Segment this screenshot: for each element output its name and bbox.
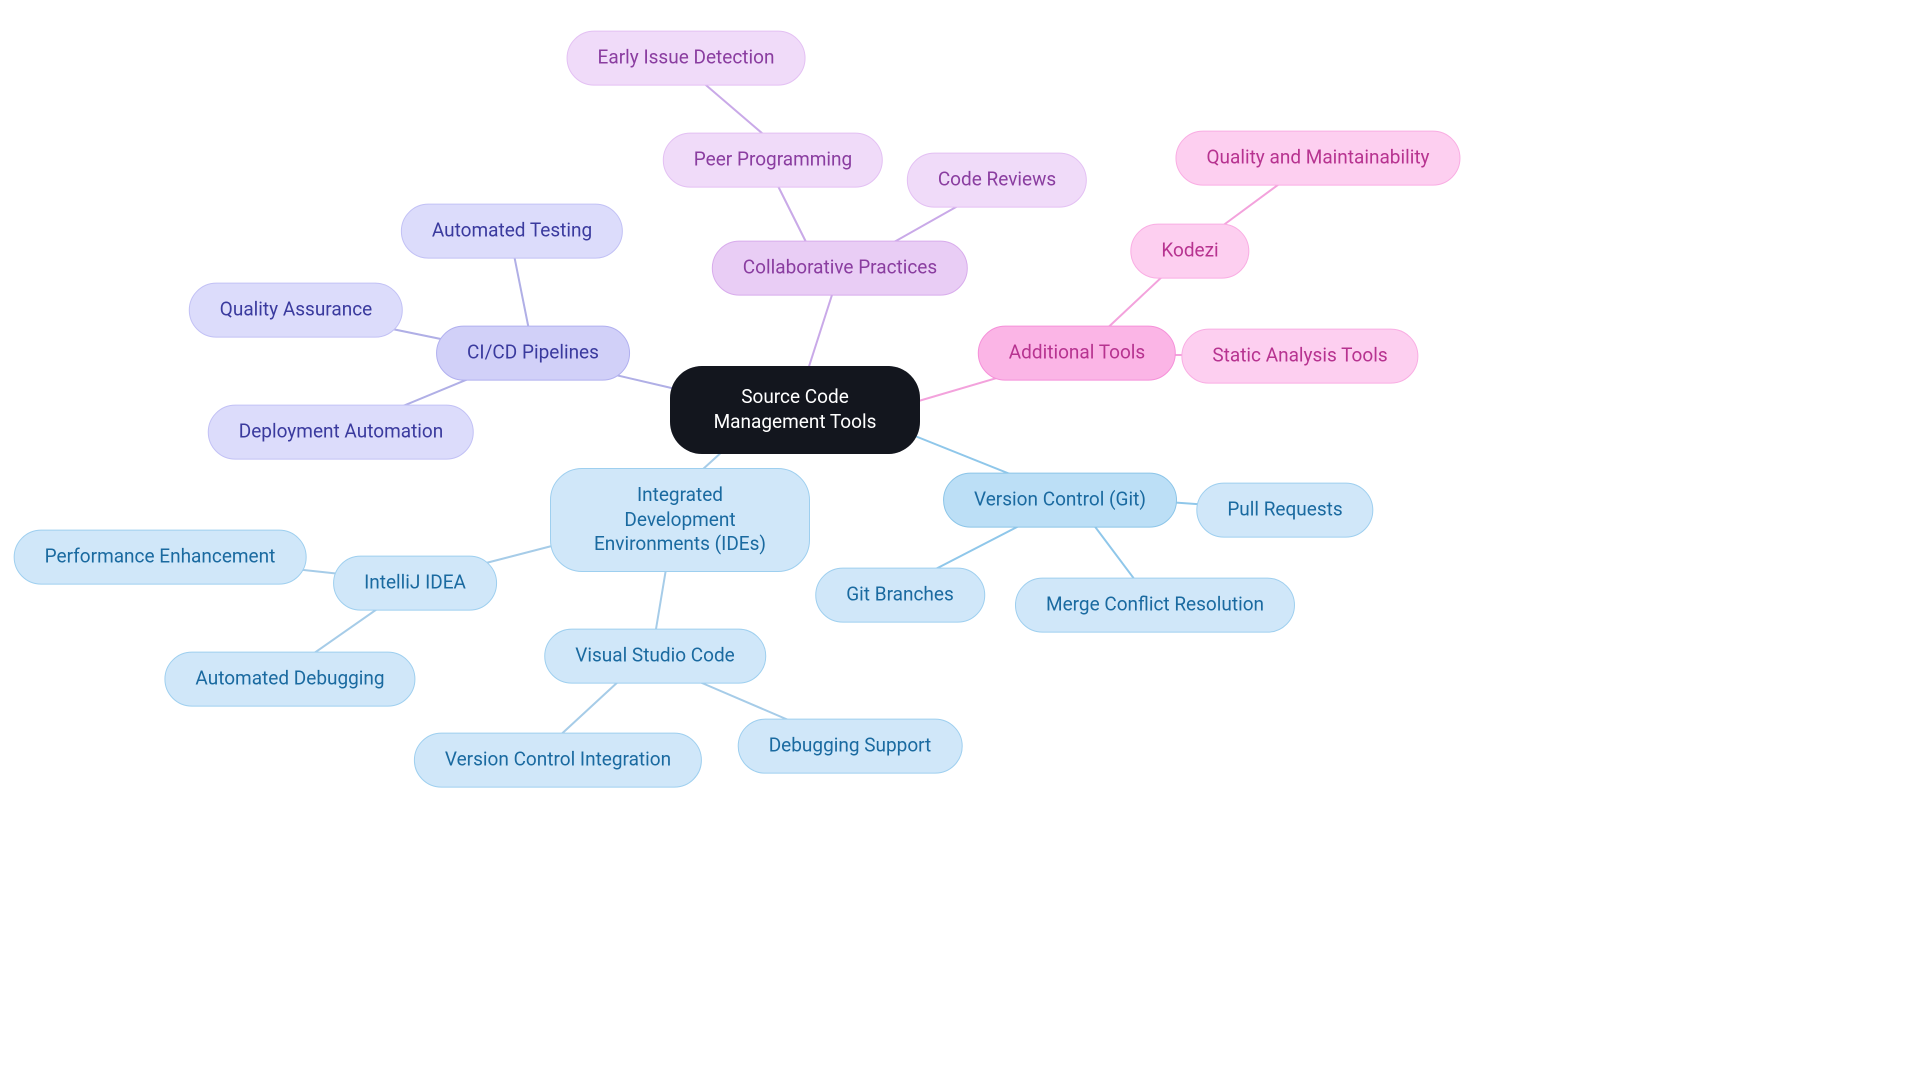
node-cicd[interactable]: CI/CD Pipelines xyxy=(436,326,630,381)
node-static-analysis[interactable]: Static Analysis Tools xyxy=(1181,329,1418,384)
node-label: Integrated Development Environments (IDE… xyxy=(581,483,779,557)
node-label: Additional Tools xyxy=(1009,341,1145,366)
root-label: Source Code Management Tools xyxy=(700,385,890,434)
node-debugging-support[interactable]: Debugging Support xyxy=(738,719,963,774)
node-automated-testing[interactable]: Automated Testing xyxy=(401,204,623,259)
node-early-detection[interactable]: Early Issue Detection xyxy=(567,31,806,86)
node-merge-conflict[interactable]: Merge Conflict Resolution xyxy=(1015,578,1295,633)
node-deployment-automation[interactable]: Deployment Automation xyxy=(208,405,474,460)
node-label: Quality and Maintainability xyxy=(1206,146,1429,171)
node-label: Collaborative Practices xyxy=(743,256,937,281)
node-label: Debugging Support xyxy=(769,734,932,759)
node-label: Deployment Automation xyxy=(239,420,443,445)
node-intellij[interactable]: IntelliJ IDEA xyxy=(333,556,497,611)
node-kodezi[interactable]: Kodezi xyxy=(1130,224,1249,279)
node-label: Quality Assurance xyxy=(220,298,372,323)
node-version-control[interactable]: Version Control (Git) xyxy=(943,473,1177,528)
root-node[interactable]: Source Code Management Tools xyxy=(670,366,920,454)
node-additional-tools[interactable]: Additional Tools xyxy=(978,326,1176,381)
node-git-branches[interactable]: Git Branches xyxy=(815,568,985,623)
mindmap-canvas: Source Code Management Tools Version Con… xyxy=(0,0,1920,1083)
node-peer-programming[interactable]: Peer Programming xyxy=(663,133,883,188)
node-label: Early Issue Detection xyxy=(598,46,775,71)
node-label: Performance Enhancement xyxy=(45,545,276,570)
node-label: Version Control (Git) xyxy=(974,488,1146,513)
node-label: Automated Testing xyxy=(432,219,592,244)
node-label: Pull Requests xyxy=(1227,498,1342,523)
node-label: Visual Studio Code xyxy=(575,644,735,669)
node-label: Static Analysis Tools xyxy=(1212,344,1387,369)
node-label: Automated Debugging xyxy=(195,667,384,692)
node-label: Merge Conflict Resolution xyxy=(1046,593,1264,618)
node-version-control-integration[interactable]: Version Control Integration xyxy=(414,733,702,788)
node-quality-maintainability[interactable]: Quality and Maintainability xyxy=(1175,131,1460,186)
node-label: CI/CD Pipelines xyxy=(467,341,599,366)
node-label: Git Branches xyxy=(846,583,954,608)
node-collaborative[interactable]: Collaborative Practices xyxy=(712,241,968,296)
node-label: Code Reviews xyxy=(938,168,1056,193)
node-label: Kodezi xyxy=(1161,239,1218,264)
node-label: Peer Programming xyxy=(694,148,852,173)
node-vscode[interactable]: Visual Studio Code xyxy=(544,629,766,684)
node-ides[interactable]: Integrated Development Environments (IDE… xyxy=(550,468,810,572)
node-label: IntelliJ IDEA xyxy=(364,571,466,596)
node-qa[interactable]: Quality Assurance xyxy=(189,283,403,338)
node-perf-enhancement[interactable]: Performance Enhancement xyxy=(14,530,307,585)
node-code-reviews[interactable]: Code Reviews xyxy=(907,153,1087,208)
node-auto-debugging[interactable]: Automated Debugging xyxy=(164,652,415,707)
node-pull-requests[interactable]: Pull Requests xyxy=(1196,483,1373,538)
node-label: Version Control Integration xyxy=(445,748,671,773)
